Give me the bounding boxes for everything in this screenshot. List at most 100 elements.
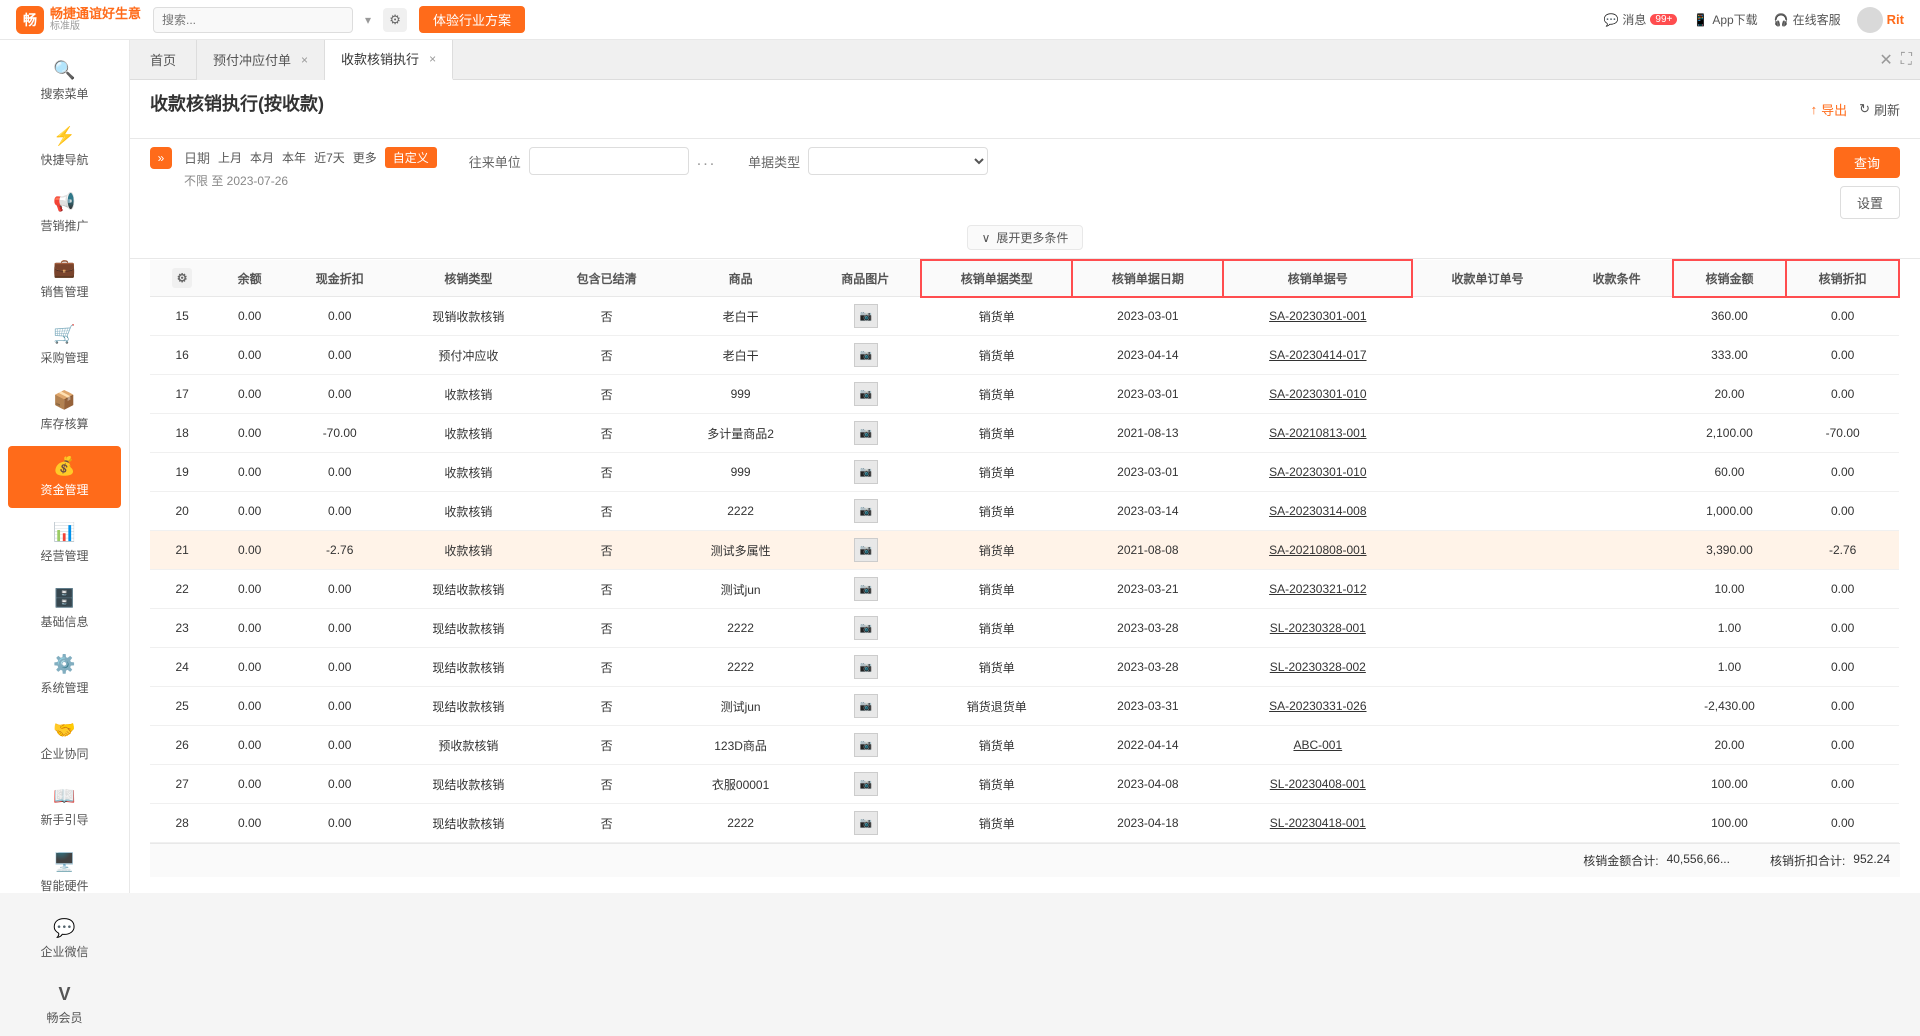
verify-bill-no-cell[interactable]: SA-20230331-026: [1223, 687, 1412, 726]
page-title: 收款核销执行(按收款): [150, 90, 324, 116]
verify-bill-no-cell[interactable]: SL-20230418-001: [1223, 804, 1412, 843]
tab-verify-close[interactable]: ×: [429, 52, 436, 66]
receipt-condition-cell: [1562, 609, 1673, 648]
cash-discount-cell: 0.00: [285, 765, 394, 804]
export-button[interactable]: ↑ 导出: [1811, 100, 1848, 119]
receipt-order-no-cell: [1412, 804, 1562, 843]
date-this-month-btn[interactable]: 本月: [250, 149, 274, 166]
th-settings[interactable]: ⚙: [150, 260, 214, 297]
receipt-order-no-cell: [1412, 531, 1562, 570]
row-index: 15: [150, 297, 214, 336]
cash-discount-cell: 0.00: [285, 648, 394, 687]
goods-img-cell: 📷: [810, 726, 921, 765]
verify-bill-type-cell: 销货单: [921, 609, 1072, 648]
messages-button[interactable]: 💬 消息 99+: [1603, 11, 1677, 28]
tab-prepay[interactable]: 预付冲应付单 ×: [197, 40, 325, 80]
date-this-year-btn[interactable]: 本年: [282, 149, 306, 166]
sidebar-item-wechat[interactable]: 💬 企业微信: [8, 908, 121, 970]
verify-bill-no-cell[interactable]: SA-20230414-017: [1223, 336, 1412, 375]
filter-settings-button[interactable]: 设置: [1840, 186, 1900, 219]
goods-image: 📷: [854, 538, 878, 562]
table-row: 21 0.00 -2.76 收款核销 否 测试多属性 📷 销货单 2021-08…: [150, 531, 1899, 570]
goods-cell: 123D商品: [671, 726, 810, 765]
sidebar-item-quicknav[interactable]: ⚡ 快捷导航: [8, 116, 121, 178]
sidebar-item-label: 搜索菜单: [40, 85, 88, 102]
verify-amount-cell: 360.00: [1673, 297, 1787, 336]
verify-bill-no-cell[interactable]: SA-20230301-010: [1223, 453, 1412, 492]
cash-discount-cell: -2.76: [285, 531, 394, 570]
table-row: 15 0.00 0.00 现销收款核销 否 老白干 📷 销货单 2023-03-…: [150, 297, 1899, 336]
maximize-icon[interactable]: ⛶: [1901, 51, 1912, 69]
cash-discount-cell: 0.00: [285, 609, 394, 648]
verify-bill-no-cell[interactable]: ABC-001: [1223, 726, 1412, 765]
receipt-condition-cell: [1562, 570, 1673, 609]
top-bar: 畅 畅捷通谊好生意 标准版 ▾ ⚙ 体验行业方案 💬 消息 99+ 📱 App下…: [0, 0, 1920, 40]
sidebar-item-system[interactable]: ⚙️ 系统管理: [8, 644, 121, 706]
verify-amount-cell: 333.00: [1673, 336, 1787, 375]
sidebar-item-operations[interactable]: 📊 经营管理: [8, 512, 121, 574]
tab-verify[interactable]: 收款核销执行 ×: [325, 40, 453, 80]
sidebar-item-sales[interactable]: 💼 销售管理: [8, 248, 121, 310]
sidebar-item-guide[interactable]: 📖 新手引导: [8, 776, 121, 838]
from-unit-input[interactable]: [529, 147, 689, 175]
from-unit-dots[interactable]: ...: [697, 152, 716, 170]
bill-type-select[interactable]: [808, 147, 988, 175]
balance-cell: 0.00: [214, 570, 285, 609]
app-download-button[interactable]: 📱 App下载: [1693, 11, 1757, 28]
column-settings-icon[interactable]: ⚙: [172, 268, 192, 288]
settings-icon[interactable]: ⚙: [383, 8, 407, 32]
industry-solution-button[interactable]: 体验行业方案: [419, 6, 525, 33]
goods-cell: 2222: [671, 492, 810, 531]
receipt-condition-cell: [1562, 297, 1673, 336]
sidebar-item-collab[interactable]: 🤝 企业协同: [8, 710, 121, 772]
search-input[interactable]: [153, 7, 353, 33]
verify-bill-type-cell: 销货单: [921, 648, 1072, 687]
expand-more-conditions-button[interactable]: ∨ 展开更多条件: [967, 225, 1084, 250]
user-profile[interactable]: Rit: [1857, 7, 1904, 33]
cash-discount-cell: 0.00: [285, 297, 394, 336]
verify-bill-no-cell[interactable]: SA-20230314-008: [1223, 492, 1412, 531]
verify-bill-date-cell: 2023-03-01: [1072, 375, 1223, 414]
sidebar-item-finance[interactable]: 💰 资金管理: [8, 446, 121, 508]
date-last-month-btn[interactable]: 上月: [218, 149, 242, 166]
verify-bill-no-cell[interactable]: SL-20230328-001: [1223, 609, 1412, 648]
row-index: 21: [150, 531, 214, 570]
table-row: 18 0.00 -70.00 收款核销 否 多计量商品2 📷 销货单 2021-…: [150, 414, 1899, 453]
receipt-condition-cell: [1562, 726, 1673, 765]
verify-bill-no-cell[interactable]: SA-20210808-001: [1223, 531, 1412, 570]
close-window-icon[interactable]: ✕: [1879, 50, 1892, 70]
include-settled-cell: 否: [542, 765, 671, 804]
refresh-button[interactable]: ↻ 刷新: [1859, 100, 1900, 119]
verify-bill-no-cell[interactable]: SA-20230301-010: [1223, 375, 1412, 414]
verify-bill-no-cell[interactable]: SA-20230321-012: [1223, 570, 1412, 609]
verify-bill-no-cell[interactable]: SA-20230301-001: [1223, 297, 1412, 336]
sidebar-item-search[interactable]: 🔍 搜索菜单: [8, 50, 121, 112]
include-settled-cell: 否: [542, 336, 671, 375]
sidebar-item-label: 库存核算: [40, 415, 88, 432]
date-custom-btn[interactable]: 自定义: [385, 147, 437, 168]
verify-bill-no-cell[interactable]: SL-20230408-001: [1223, 765, 1412, 804]
tab-home[interactable]: 首页: [130, 40, 197, 80]
row-index: 25: [150, 687, 214, 726]
online-service-button[interactable]: 🎧 在线客服: [1774, 11, 1841, 28]
sidebar-item-member[interactable]: V 畅会员: [8, 974, 121, 1036]
sidebar-item-inventory[interactable]: 📦 库存核算: [8, 380, 121, 442]
date-more-btn[interactable]: 更多: [353, 149, 377, 166]
sidebar-item-hardware[interactable]: 🖥️ 智能硬件: [8, 842, 121, 904]
sidebar-item-marketing[interactable]: 📢 营销推广: [8, 182, 121, 244]
verify-bill-date-cell: 2021-08-13: [1072, 414, 1223, 453]
table-row: 24 0.00 0.00 现结收款核销 否 2222 📷 销货单 2023-03…: [150, 648, 1899, 687]
verify-bill-no-cell[interactable]: SL-20230328-002: [1223, 648, 1412, 687]
sidebar-item-purchase[interactable]: 🛒 采购管理: [8, 314, 121, 376]
filter-expand-button[interactable]: »: [150, 147, 172, 169]
chevron-down-icon[interactable]: ▾: [365, 13, 371, 27]
sidebar-item-basic-info[interactable]: 🗄️ 基础信息: [8, 578, 121, 640]
query-button[interactable]: 查询: [1834, 147, 1900, 178]
receipt-condition-cell: [1562, 492, 1673, 531]
date-last-7-days-btn[interactable]: 近7天: [314, 149, 345, 166]
row-index: 19: [150, 453, 214, 492]
user-name: Rit: [1887, 12, 1904, 27]
tab-prepay-close[interactable]: ×: [301, 53, 308, 67]
goods-img-cell: 📷: [810, 492, 921, 531]
verify-bill-no-cell[interactable]: SA-20210813-001: [1223, 414, 1412, 453]
